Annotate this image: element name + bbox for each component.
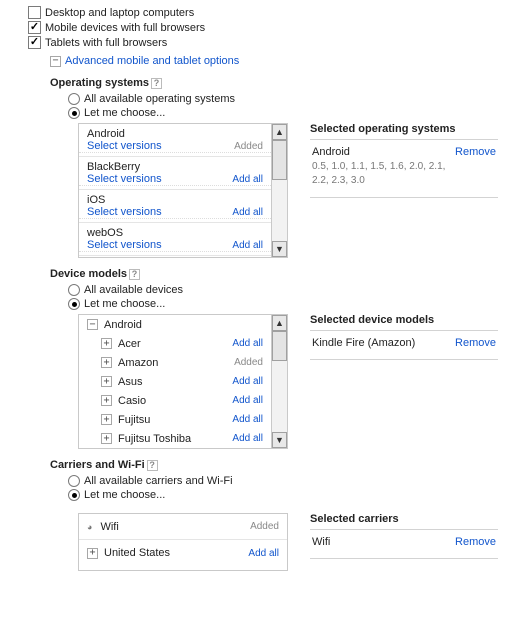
dev-all-label: All available devices [84, 284, 183, 296]
dev-root-name[interactable]: Android [104, 319, 142, 331]
dev-item-action[interactable]: Add all [232, 338, 263, 349]
car-all-label: All available carriers and Wi-Fi [84, 475, 233, 487]
os-scrollbar[interactable]: ▲ ▼ [271, 124, 287, 257]
dev-item-name[interactable]: Casio [118, 395, 146, 407]
scroll-thumb[interactable] [272, 140, 287, 180]
car-item-action[interactable]: Add all [248, 548, 279, 559]
expand-icon[interactable]: + [101, 357, 112, 368]
os-section-title: Operating systems [50, 77, 149, 89]
expand-icon[interactable]: + [101, 414, 112, 425]
expand-icon[interactable]: + [87, 548, 98, 559]
dev-choose-label: Let me choose... [84, 298, 165, 310]
car-item-action: Added [250, 521, 279, 532]
os-item-action: Added [234, 141, 263, 152]
os-item-name[interactable]: BlackBerry [87, 161, 263, 173]
dev-item-action[interactable]: Add all [232, 433, 263, 444]
os-item-action[interactable]: Add all [232, 207, 263, 218]
os-item-action[interactable]: Add all [232, 240, 263, 251]
os-item-versions[interactable]: Select versions [87, 239, 162, 251]
mobile-checkbox[interactable] [28, 21, 41, 34]
desktop-checkbox[interactable] [28, 6, 41, 19]
dev-root-collapse-icon[interactable]: − [87, 319, 98, 330]
dev-scrollbar[interactable]: ▲ ▼ [271, 315, 287, 448]
dev-all-radio[interactable] [68, 284, 80, 296]
car-section-title: Carriers and Wi-Fi [50, 459, 145, 471]
dev-selected-name: Kindle Fire (Amazon) [312, 337, 449, 349]
expand-icon[interactable]: + [101, 433, 112, 444]
scroll-down-icon[interactable]: ▼ [272, 241, 287, 257]
os-item-name[interactable]: Android [87, 128, 263, 140]
expand-icon[interactable]: + [101, 395, 112, 406]
car-all-radio[interactable] [68, 475, 80, 487]
car-choose-label: Let me choose... [84, 489, 165, 501]
car-help-icon[interactable]: ? [147, 460, 158, 471]
os-item-versions[interactable]: Select versions [87, 206, 162, 218]
os-selected-header: Selected operating systems [310, 123, 498, 135]
dev-item-name[interactable]: Asus [118, 376, 142, 388]
scroll-thumb[interactable] [272, 331, 287, 361]
scroll-up-icon[interactable]: ▲ [272, 315, 287, 331]
scroll-down-icon[interactable]: ▼ [272, 432, 287, 448]
car-remove-link[interactable]: Remove [455, 536, 496, 548]
os-all-radio[interactable] [68, 93, 80, 105]
mobile-label: Mobile devices with full browsers [45, 22, 205, 34]
os-item-action[interactable]: Add all [232, 174, 263, 185]
os-item-name[interactable]: iOS [87, 194, 263, 206]
advanced-collapse-icon[interactable]: − [50, 56, 61, 67]
os-item-name[interactable]: webOS [87, 227, 263, 239]
dev-item-action[interactable]: Add all [232, 395, 263, 406]
dev-item-name[interactable]: Acer [118, 338, 141, 350]
os-help-icon[interactable]: ? [151, 78, 162, 89]
os-all-label: All available operating systems [84, 93, 235, 105]
os-choose-label: Let me choose... [84, 107, 165, 119]
car-item-name[interactable]: Wifi [100, 521, 118, 533]
os-item-versions[interactable]: Select versions [87, 140, 162, 152]
scroll-up-icon[interactable]: ▲ [272, 124, 287, 140]
dev-item-name[interactable]: Fujitsu [118, 414, 150, 426]
tablet-label: Tablets with full browsers [45, 37, 167, 49]
os-selected-detail: 0.5, 1.0, 1.1, 1.5, 1.6, 2.0, 2.1, 2.2, … [312, 160, 449, 187]
dev-item-name[interactable]: Fujitsu Toshiba [118, 433, 191, 445]
car-selected-header: Selected carriers [310, 513, 498, 525]
wifi-icon [87, 521, 94, 533]
os-selected-name: Android [312, 146, 449, 158]
expand-icon[interactable]: + [101, 376, 112, 387]
expand-icon[interactable]: + [101, 338, 112, 349]
car-item-name[interactable]: United States [104, 547, 170, 559]
dev-list: − Android + Acer Add all + Amazon Added + Asu… [78, 314, 288, 449]
tablet-checkbox[interactable] [28, 36, 41, 49]
dev-choose-radio[interactable] [68, 298, 80, 310]
desktop-label: Desktop and laptop computers [45, 7, 194, 19]
os-item-versions[interactable]: Select versions [87, 173, 162, 185]
os-choose-radio[interactable] [68, 107, 80, 119]
car-list: Wifi Added + United States Add all [78, 513, 288, 571]
car-choose-radio[interactable] [68, 489, 80, 501]
dev-help-icon[interactable]: ? [129, 269, 140, 280]
dev-item-action[interactable]: Add all [232, 414, 263, 425]
dev-section-title: Device models [50, 268, 127, 280]
dev-item-name[interactable]: Amazon [118, 357, 158, 369]
os-list: Android Select versionsAdded BlackBerry … [78, 123, 288, 258]
advanced-options-link[interactable]: Advanced mobile and tablet options [65, 55, 239, 67]
car-selected-name: Wifi [312, 536, 449, 548]
dev-remove-link[interactable]: Remove [455, 337, 496, 349]
dev-selected-header: Selected device models [310, 314, 498, 326]
dev-item-action: Added [234, 357, 263, 368]
dev-item-action[interactable]: Add all [232, 376, 263, 387]
os-remove-link[interactable]: Remove [455, 146, 496, 158]
